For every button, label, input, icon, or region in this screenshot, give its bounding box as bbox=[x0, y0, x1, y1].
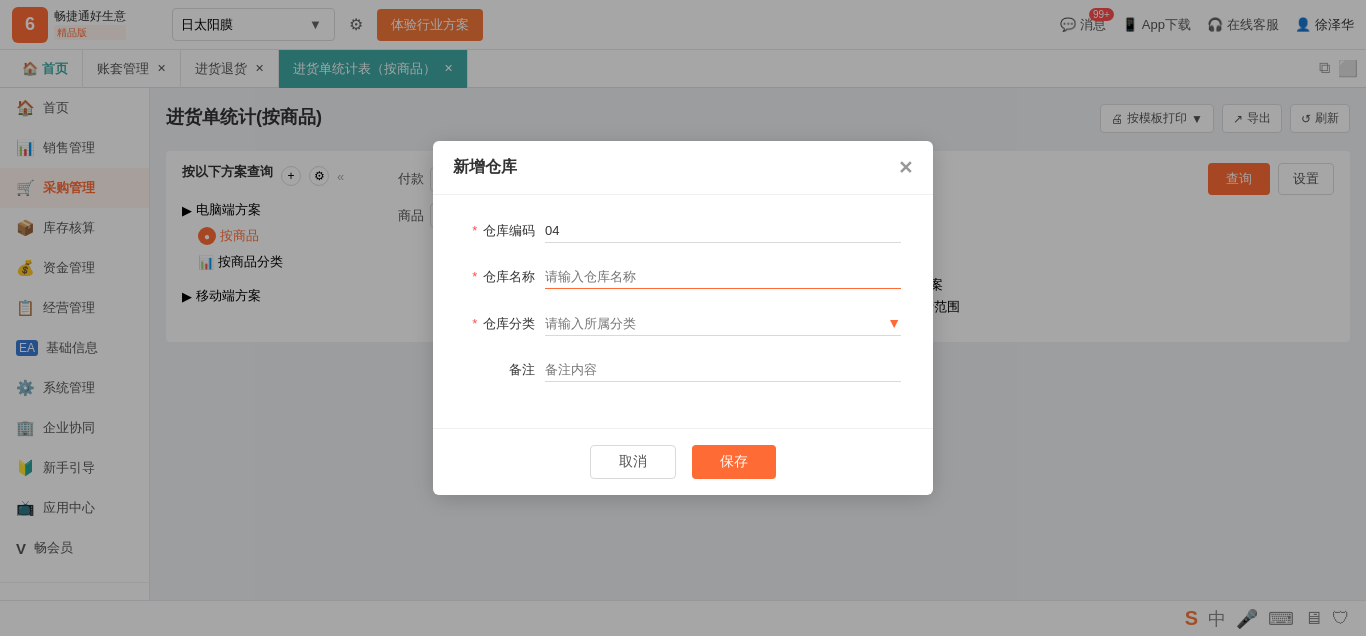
category-select-row[interactable]: ▼ bbox=[545, 311, 901, 336]
category-dropdown-icon: ▼ bbox=[887, 315, 901, 331]
form-row-category: * 仓库分类 ▼ bbox=[465, 311, 901, 336]
name-label: * 仓库名称 bbox=[465, 268, 545, 286]
modal-footer: 取消 保存 bbox=[433, 428, 933, 495]
add-warehouse-modal: 新增仓库 ✕ * 仓库编码 * 仓库名称 bbox=[433, 141, 933, 495]
form-row-name: * 仓库名称 bbox=[465, 265, 901, 289]
note-input[interactable] bbox=[545, 358, 901, 382]
modal-close-icon[interactable]: ✕ bbox=[898, 159, 913, 177]
modal-title: 新增仓库 bbox=[453, 157, 517, 178]
form-row-code: * 仓库编码 bbox=[465, 219, 901, 243]
note-label: 备注 bbox=[465, 361, 545, 379]
form-row-note: 备注 bbox=[465, 358, 901, 382]
category-input[interactable] bbox=[545, 316, 887, 331]
warehouse-code-input[interactable] bbox=[545, 219, 901, 243]
save-button[interactable]: 保存 bbox=[692, 445, 776, 479]
code-label: * 仓库编码 bbox=[465, 222, 545, 240]
modal-header: 新增仓库 ✕ bbox=[433, 141, 933, 195]
modal-body: * 仓库编码 * 仓库名称 * 仓库分类 bbox=[433, 195, 933, 428]
modal-overlay[interactable]: 新增仓库 ✕ * 仓库编码 * 仓库名称 bbox=[0, 0, 1366, 636]
category-label: * 仓库分类 bbox=[465, 315, 545, 333]
warehouse-name-input[interactable] bbox=[545, 265, 901, 289]
cancel-button[interactable]: 取消 bbox=[590, 445, 676, 479]
